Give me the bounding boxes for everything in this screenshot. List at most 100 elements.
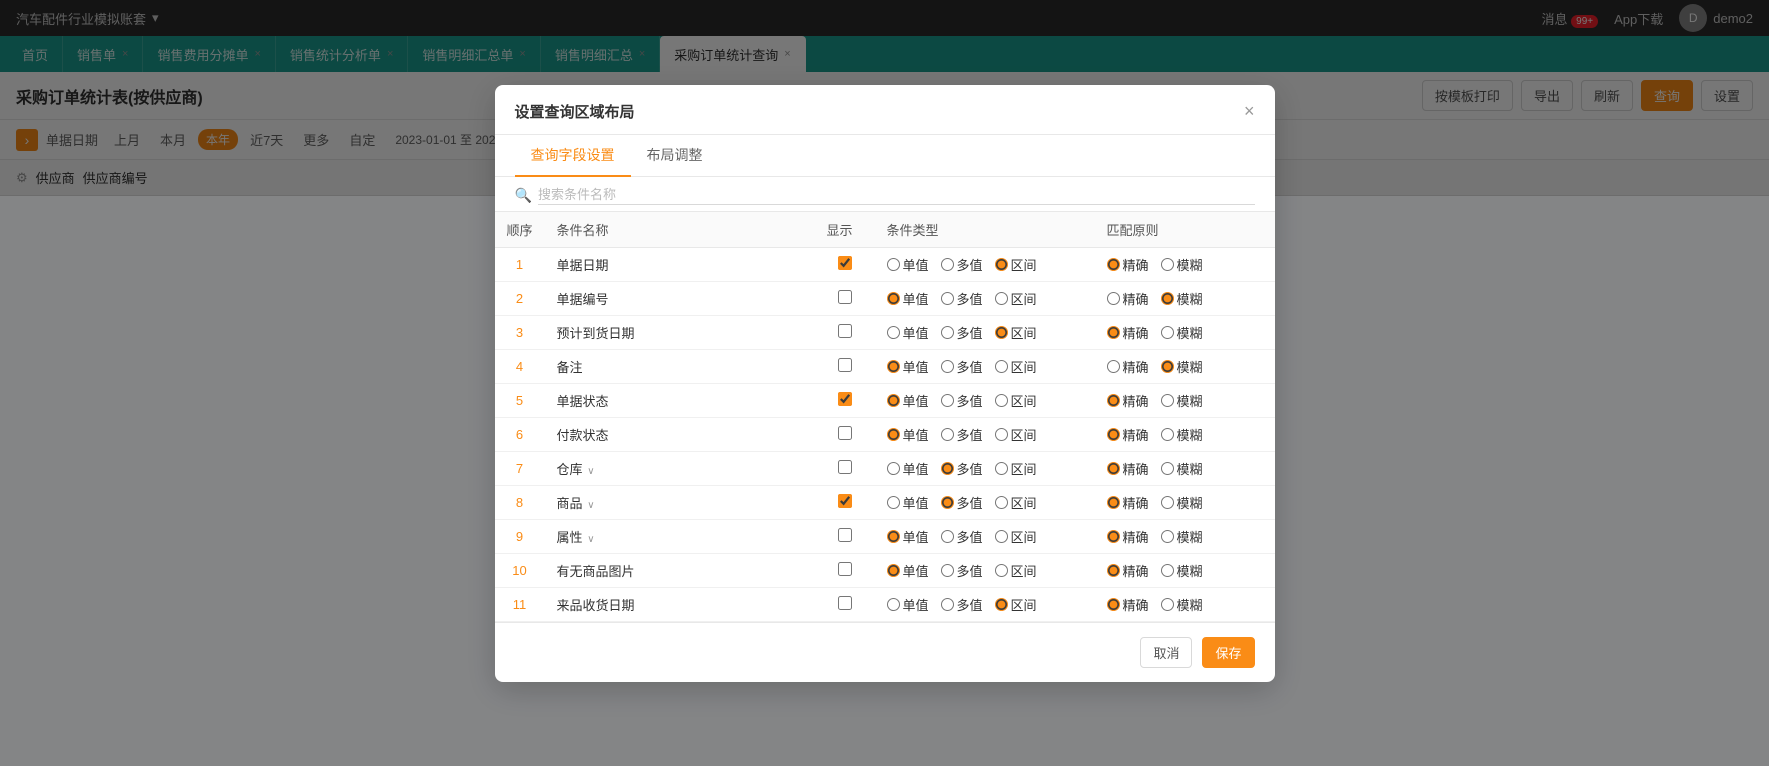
type-option-label[interactable]: 单值 bbox=[887, 595, 929, 614]
type-option-label[interactable]: 多值 bbox=[941, 289, 983, 308]
type-radio[interactable] bbox=[887, 496, 900, 509]
match-radio[interactable] bbox=[1161, 428, 1174, 441]
search-input[interactable] bbox=[538, 187, 1255, 205]
match-option-label[interactable]: 精确 bbox=[1107, 527, 1149, 546]
type-radio[interactable] bbox=[995, 462, 1008, 475]
display-checkbox[interactable] bbox=[838, 426, 852, 440]
match-option-label[interactable]: 模糊 bbox=[1161, 561, 1203, 580]
dialog-close-button[interactable]: × bbox=[1244, 102, 1255, 120]
type-option-label[interactable]: 单值 bbox=[887, 459, 929, 478]
cancel-button[interactable]: 取消 bbox=[1140, 637, 1192, 668]
type-radio[interactable] bbox=[995, 530, 1008, 543]
match-radio[interactable] bbox=[1107, 598, 1120, 611]
match-option-label[interactable]: 精确 bbox=[1107, 425, 1149, 444]
type-option-label[interactable]: 多值 bbox=[941, 323, 983, 342]
type-option-label[interactable]: 多值 bbox=[941, 391, 983, 410]
match-option-label[interactable]: 模糊 bbox=[1161, 391, 1203, 410]
type-radio[interactable] bbox=[941, 530, 954, 543]
type-radio[interactable] bbox=[887, 292, 900, 305]
match-option-label[interactable]: 模糊 bbox=[1161, 595, 1203, 614]
type-radio[interactable] bbox=[995, 292, 1008, 305]
type-option-label[interactable]: 多值 bbox=[941, 425, 983, 444]
type-radio[interactable] bbox=[887, 428, 900, 441]
type-radio[interactable] bbox=[995, 564, 1008, 577]
display-checkbox[interactable] bbox=[838, 324, 852, 338]
match-option-label[interactable]: 精确 bbox=[1107, 323, 1149, 342]
type-option-label[interactable]: 区间 bbox=[995, 595, 1037, 614]
match-radio[interactable] bbox=[1107, 496, 1120, 509]
type-radio[interactable] bbox=[995, 394, 1008, 407]
type-option-label[interactable]: 多值 bbox=[941, 561, 983, 580]
type-radio[interactable] bbox=[941, 564, 954, 577]
match-option-label[interactable]: 精确 bbox=[1107, 459, 1149, 478]
match-radio[interactable] bbox=[1161, 598, 1174, 611]
match-radio[interactable] bbox=[1161, 530, 1174, 543]
type-radio[interactable] bbox=[941, 428, 954, 441]
match-radio[interactable] bbox=[1107, 394, 1120, 407]
type-option-label[interactable]: 多值 bbox=[941, 595, 983, 614]
type-option-label[interactable]: 区间 bbox=[995, 289, 1037, 308]
type-option-label[interactable]: 单值 bbox=[887, 255, 929, 274]
type-option-label[interactable]: 多值 bbox=[941, 527, 983, 546]
match-option-label[interactable]: 精确 bbox=[1107, 357, 1149, 376]
match-radio[interactable] bbox=[1161, 326, 1174, 339]
display-checkbox[interactable] bbox=[838, 596, 852, 610]
match-radio[interactable] bbox=[1107, 428, 1120, 441]
type-radio[interactable] bbox=[995, 326, 1008, 339]
type-radio[interactable] bbox=[887, 394, 900, 407]
match-radio[interactable] bbox=[1107, 360, 1120, 373]
type-radio[interactable] bbox=[941, 258, 954, 271]
type-option-label[interactable]: 单值 bbox=[887, 425, 929, 444]
type-option-label[interactable]: 单值 bbox=[887, 391, 929, 410]
display-checkbox[interactable] bbox=[838, 290, 852, 304]
type-option-label[interactable]: 区间 bbox=[995, 323, 1037, 342]
type-radio[interactable] bbox=[995, 598, 1008, 611]
match-radio[interactable] bbox=[1161, 360, 1174, 373]
display-checkbox[interactable] bbox=[838, 256, 852, 270]
type-option-label[interactable]: 多值 bbox=[941, 459, 983, 478]
type-radio[interactable] bbox=[941, 598, 954, 611]
save-button[interactable]: 保存 bbox=[1202, 637, 1254, 668]
type-option-label[interactable]: 多值 bbox=[941, 255, 983, 274]
type-radio[interactable] bbox=[941, 292, 954, 305]
display-checkbox[interactable] bbox=[838, 392, 852, 406]
match-radio[interactable] bbox=[1161, 496, 1174, 509]
display-checkbox[interactable] bbox=[838, 494, 852, 508]
match-radio[interactable] bbox=[1161, 394, 1174, 407]
display-checkbox[interactable] bbox=[838, 562, 852, 576]
type-option-label[interactable]: 区间 bbox=[995, 561, 1037, 580]
display-checkbox[interactable] bbox=[838, 528, 852, 542]
type-radio[interactable] bbox=[941, 326, 954, 339]
match-option-label[interactable]: 模糊 bbox=[1161, 255, 1203, 274]
type-radio[interactable] bbox=[887, 564, 900, 577]
match-radio[interactable] bbox=[1161, 258, 1174, 271]
match-option-label[interactable]: 模糊 bbox=[1161, 459, 1203, 478]
match-radio[interactable] bbox=[1107, 258, 1120, 271]
match-option-label[interactable]: 精确 bbox=[1107, 255, 1149, 274]
display-checkbox[interactable] bbox=[838, 460, 852, 474]
type-option-label[interactable]: 区间 bbox=[995, 357, 1037, 376]
type-option-label[interactable]: 单值 bbox=[887, 323, 929, 342]
dialog-tab-layout[interactable]: 布局调整 bbox=[631, 135, 719, 177]
match-radio[interactable] bbox=[1107, 326, 1120, 339]
match-option-label[interactable]: 模糊 bbox=[1161, 357, 1203, 376]
type-radio[interactable] bbox=[887, 360, 900, 373]
type-option-label[interactable]: 单值 bbox=[887, 561, 929, 580]
match-option-label[interactable]: 模糊 bbox=[1161, 527, 1203, 546]
type-radio[interactable] bbox=[941, 462, 954, 475]
type-radio[interactable] bbox=[995, 428, 1008, 441]
match-radio[interactable] bbox=[1107, 292, 1120, 305]
type-radio[interactable] bbox=[887, 326, 900, 339]
dialog-tab-query-fields[interactable]: 查询字段设置 bbox=[515, 135, 631, 177]
match-option-label[interactable]: 精确 bbox=[1107, 493, 1149, 512]
match-radio[interactable] bbox=[1107, 462, 1120, 475]
match-radio[interactable] bbox=[1161, 292, 1174, 305]
type-radio[interactable] bbox=[887, 598, 900, 611]
match-option-label[interactable]: 模糊 bbox=[1161, 425, 1203, 444]
type-radio[interactable] bbox=[995, 258, 1008, 271]
match-option-label[interactable]: 模糊 bbox=[1161, 323, 1203, 342]
match-radio[interactable] bbox=[1161, 462, 1174, 475]
match-option-label[interactable]: 精确 bbox=[1107, 391, 1149, 410]
type-option-label[interactable]: 区间 bbox=[995, 255, 1037, 274]
match-option-label[interactable]: 模糊 bbox=[1161, 493, 1203, 512]
